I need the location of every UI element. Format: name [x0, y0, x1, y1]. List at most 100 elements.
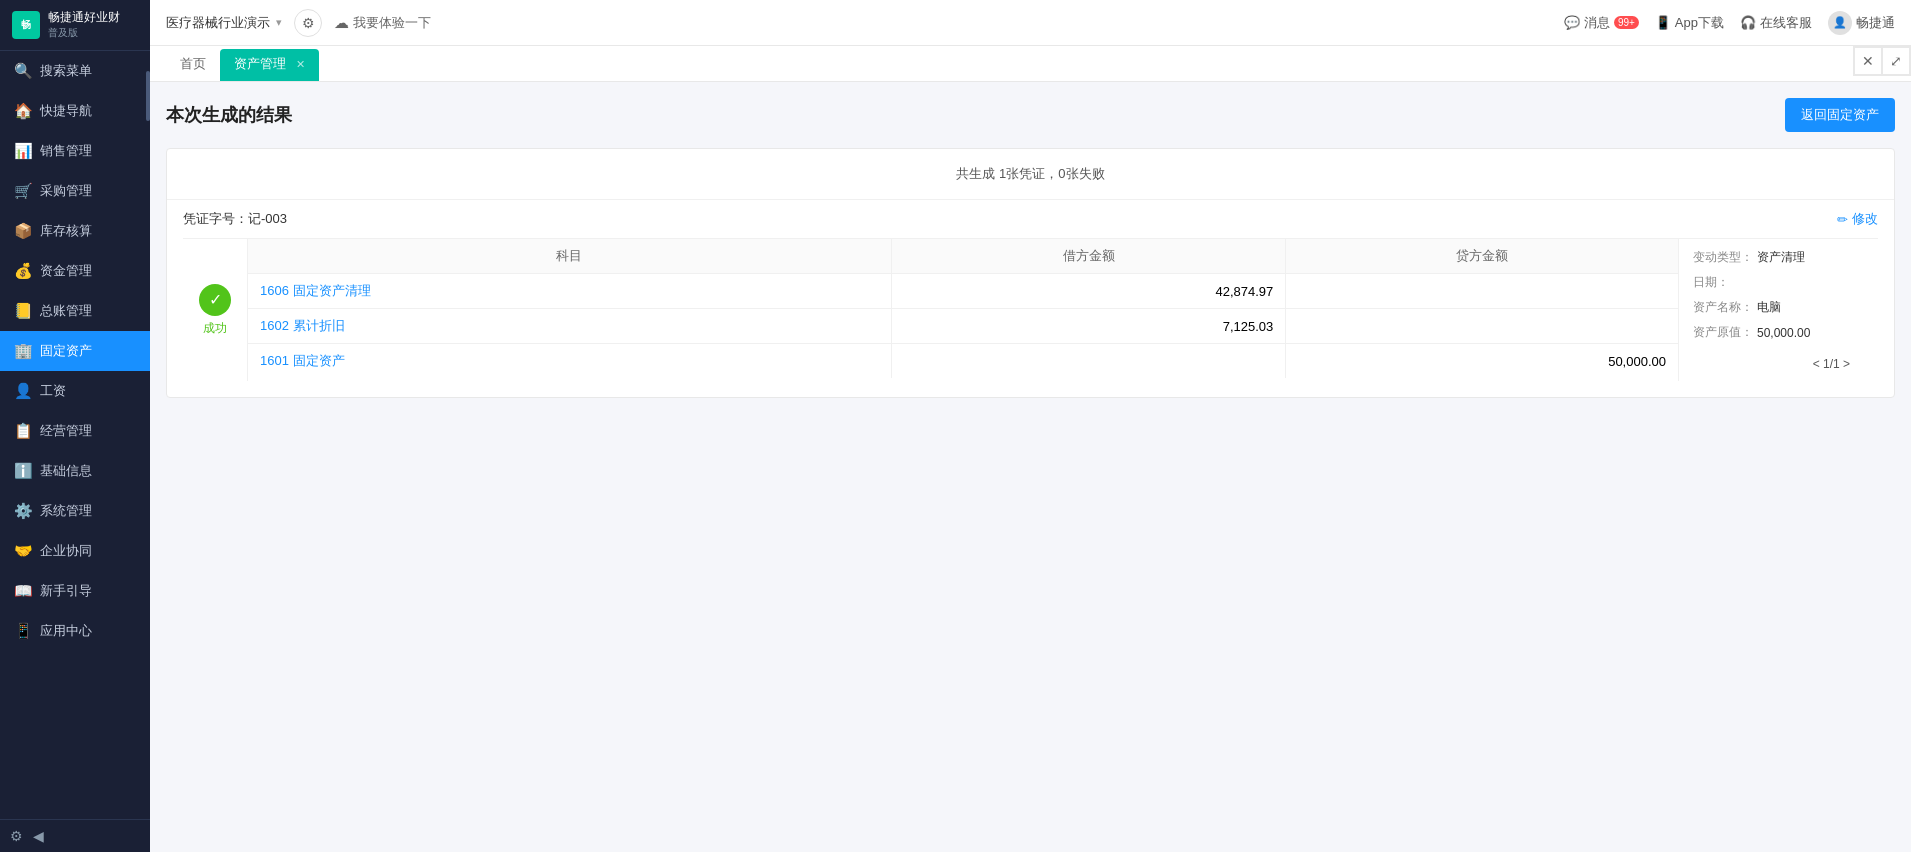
voucher-number: 凭证字号：记-003: [183, 210, 287, 228]
credit-cell: [1286, 274, 1678, 309]
table-row: 1602 累计折旧 7,125.03: [248, 309, 1678, 344]
edit-voucher-button[interactable]: ✏ 修改: [1837, 210, 1878, 228]
logo-text-group: 畅捷通好业财 普及版: [48, 10, 120, 40]
app-center-icon: 📱: [14, 622, 32, 640]
purchase-icon: 🛒: [14, 182, 32, 200]
company-name: 医疗器械行业演示: [166, 14, 270, 32]
sidebar-item-ledger[interactable]: 📒 总账管理: [0, 291, 150, 331]
change-type-row: 变动类型： 资产清理: [1693, 249, 1864, 266]
result-panel: 共生成 1张凭证，0张失败 凭证字号：记-003 ✏ 修改 ✓ 成功: [166, 148, 1895, 398]
online-service-icon: 🎧: [1740, 15, 1756, 30]
username-label: 畅捷通: [1856, 14, 1895, 32]
sidebar-item-label: 系统管理: [40, 502, 92, 520]
topbar-right: 💬 消息 99 📱 App下载 🎧 在线客服 👤 畅捷通: [1564, 11, 1895, 35]
page-title: 本次生成的结果: [166, 103, 292, 127]
sidebar-item-finance[interactable]: 💰 资金管理: [0, 251, 150, 291]
trial-button[interactable]: ☁ 我要体验一下: [334, 14, 431, 32]
change-type-label: 变动类型：: [1693, 249, 1753, 266]
voucher-table: 科目 借方金额 贷方金额 1606 固定资产清理 42,874.97: [247, 239, 1678, 381]
sidebar-item-label: 采购管理: [40, 182, 92, 200]
asset-value-value: 50,000.00: [1757, 326, 1810, 340]
tab-bar: 首页 资产管理 ✕: [150, 46, 1911, 82]
messages-icon: 💬: [1564, 15, 1580, 30]
app-download-button[interactable]: 📱 App下载: [1655, 14, 1724, 32]
page-content: 本次生成的结果 返回固定资产 共生成 1张凭证，0张失败 凭证字号：记-003 …: [150, 82, 1911, 852]
expand-panel-button[interactable]: ⤢: [1882, 47, 1910, 75]
sidebar-item-inventory[interactable]: 📦 库存核算: [0, 211, 150, 251]
page-header: 本次生成的结果 返回固定资产: [166, 98, 1895, 132]
ledger-icon: 📒: [14, 302, 32, 320]
sidebar-item-operations[interactable]: 📋 经营管理: [0, 411, 150, 451]
pagination[interactable]: < 1/1 >: [1693, 349, 1864, 371]
main-area: 医疗器械行业演示 ▾ ⚙ ☁ 我要体验一下 💬 消息 99 📱 App下载 🎧 …: [150, 0, 1911, 852]
asset-value-label: 资产原值：: [1693, 324, 1753, 341]
search-icon: 🔍: [14, 62, 32, 80]
messages-label: 消息: [1584, 14, 1610, 32]
date-label: 日期：: [1693, 274, 1729, 291]
user-menu[interactable]: 👤 畅捷通: [1828, 11, 1895, 35]
table-row: 1606 固定资产清理 42,874.97: [248, 274, 1678, 309]
avatar: 👤: [1828, 11, 1852, 35]
tab-label: 资产管理: [234, 56, 286, 71]
app-download-icon: 📱: [1655, 15, 1671, 30]
sidebar-item-cooperation[interactable]: 🤝 企业协同: [0, 531, 150, 571]
messages-badge: 99: [1614, 16, 1639, 29]
voucher-body: ✓ 成功 科目 借方金额 贷方金额: [183, 239, 1878, 381]
change-type-value: 资产清理: [1757, 249, 1805, 266]
sidebar-item-payroll[interactable]: 👤 工资: [0, 371, 150, 411]
app-download-label: App下载: [1675, 14, 1724, 32]
online-service-button[interactable]: 🎧 在线客服: [1740, 14, 1812, 32]
messages-button[interactable]: 💬 消息 99: [1564, 14, 1639, 32]
tab-asset-management[interactable]: 资产管理 ✕: [220, 49, 319, 81]
basic-info-icon: ℹ️: [14, 462, 32, 480]
credit-cell: 50,000.00: [1286, 344, 1678, 379]
company-dropdown-arrow: ▾: [276, 16, 282, 29]
sidebar-item-system[interactable]: ⚙️ 系统管理: [0, 491, 150, 531]
topbar-settings-button[interactable]: ⚙: [294, 9, 322, 37]
home-icon: 🏠: [14, 102, 32, 120]
debit-cell: 7,125.03: [891, 309, 1286, 344]
sidebar-item-label: 资金管理: [40, 262, 92, 280]
debit-cell: 42,874.97: [891, 274, 1286, 309]
trial-label: 我要体验一下: [353, 14, 431, 32]
operations-icon: 📋: [14, 422, 32, 440]
sidebar-item-search[interactable]: 🔍 搜索菜单: [0, 51, 150, 91]
edit-icon: ✏: [1837, 212, 1848, 227]
sales-icon: 📊: [14, 142, 32, 160]
sidebar-item-quick-nav[interactable]: 🏠 快捷导航: [0, 91, 150, 131]
asset-name-value: 电脑: [1757, 299, 1781, 316]
logo-icon: 畅: [12, 11, 40, 39]
sidebar-header: 畅 畅捷通好业财 普及版: [0, 0, 150, 51]
sidebar-item-fixed-assets[interactable]: 🏢 固定资产: [0, 331, 150, 371]
sidebar-item-purchase[interactable]: 🛒 采购管理: [0, 171, 150, 211]
fixed-assets-icon: 🏢: [14, 342, 32, 360]
sidebar-item-basic-info[interactable]: ℹ️ 基础信息: [0, 451, 150, 491]
settings-footer-button[interactable]: ⚙: [10, 828, 23, 844]
account-cell: 1601 固定资产: [248, 344, 891, 379]
return-fixed-assets-button[interactable]: 返回固定资产: [1785, 98, 1895, 132]
company-selector[interactable]: 医疗器械行业演示 ▾: [166, 14, 282, 32]
asset-value-row: 资产原值： 50,000.00: [1693, 324, 1864, 341]
expand-icon: ⤢: [1890, 53, 1902, 69]
sidebar-item-label: 经营管理: [40, 422, 92, 440]
cooperation-icon: 🤝: [14, 542, 32, 560]
debit-cell: [891, 344, 1286, 379]
settings-icon: ⚙: [302, 15, 315, 31]
sidebar-nav: 🔍 搜索菜单 🏠 快捷导航 📊 销售管理 🛒 采购管理 📦 库存核算 💰 资金管…: [0, 51, 150, 819]
tab-close-button[interactable]: ✕: [296, 58, 305, 70]
cloud-icon: ☁: [334, 14, 349, 32]
close-panel-button[interactable]: ✕: [1854, 47, 1882, 75]
tab-home[interactable]: 首页: [166, 49, 220, 81]
finance-icon: 💰: [14, 262, 32, 280]
sidebar-item-label: 基础信息: [40, 462, 92, 480]
sidebar-item-label: 快捷导航: [40, 102, 92, 120]
col-header-debit: 借方金额: [891, 239, 1286, 274]
credit-cell: [1286, 309, 1678, 344]
sidebar-item-label: 固定资产: [40, 342, 92, 360]
close-icon: ✕: [1862, 53, 1874, 69]
sidebar-item-guide[interactable]: 📖 新手引导: [0, 571, 150, 611]
sidebar-item-sales[interactable]: 📊 销售管理: [0, 131, 150, 171]
sidebar-item-app-center[interactable]: 📱 应用中心: [0, 611, 150, 651]
collapse-sidebar-button[interactable]: ◀: [33, 828, 44, 844]
inventory-icon: 📦: [14, 222, 32, 240]
